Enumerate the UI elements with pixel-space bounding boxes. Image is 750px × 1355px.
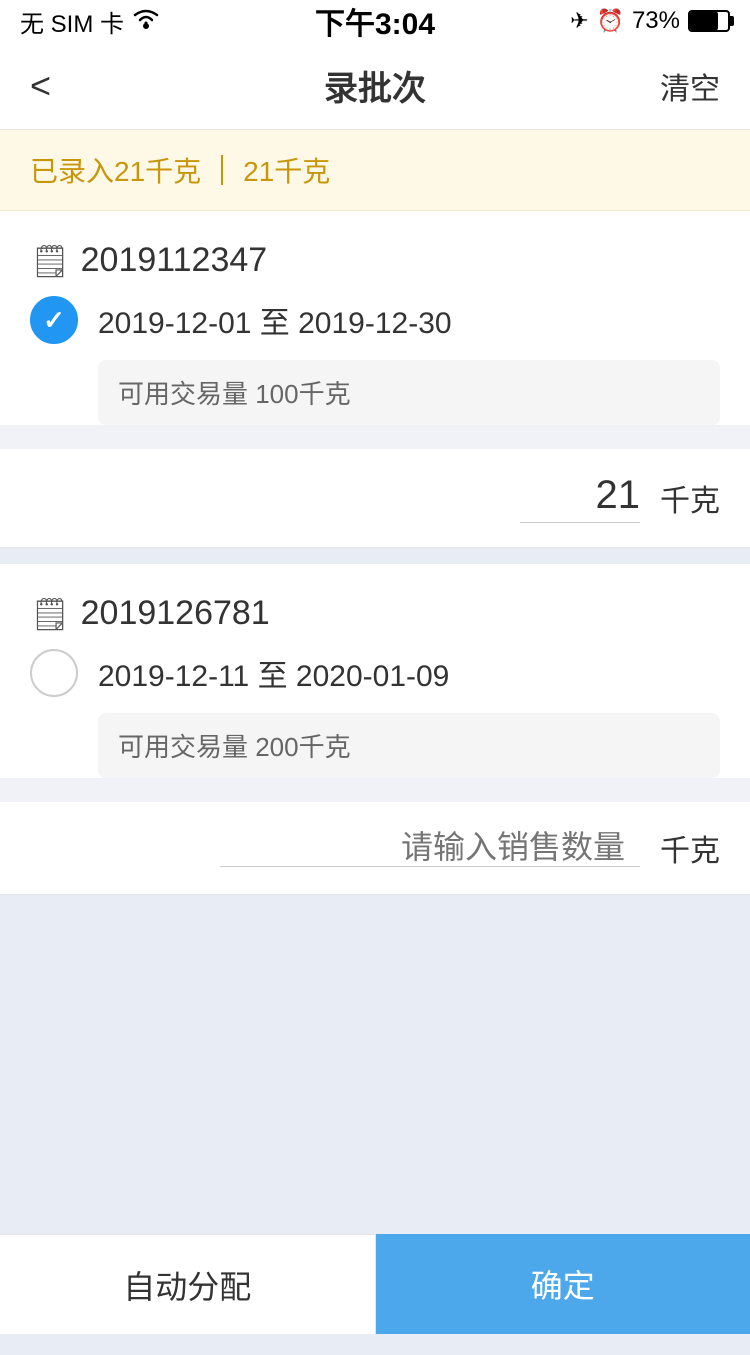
bottom-bar: 自动分配 确定 xyxy=(0,1234,750,1334)
batch1-qty-value[interactable]: 21 xyxy=(596,473,641,517)
back-button[interactable]: < xyxy=(30,65,90,107)
summary-divider xyxy=(221,155,223,185)
wifi-icon xyxy=(132,7,160,36)
clear-button[interactable]: 清空 xyxy=(660,64,720,108)
status-time: 下午3:04 xyxy=(315,0,435,43)
batch2-available: 可用交易量 200千克 xyxy=(98,713,720,778)
batch2-input-row: 千克 xyxy=(0,802,750,895)
batch1-card: 🗒 2019112347 2019-12-01 至 2019-12-30 可用交… xyxy=(0,211,750,425)
summary-total: 21千克 xyxy=(243,150,330,190)
batch1-row[interactable]: 2019-12-01 至 2019-12-30 xyxy=(30,296,720,344)
batch1-id: 2019112347 xyxy=(81,241,268,280)
batch1-icon: 🗒 xyxy=(30,242,71,280)
nav-bar: < 录批次 清空 xyxy=(0,42,750,130)
status-bar: 无 SIM 卡 下午3:04 ✈ ⏰ 73% xyxy=(0,0,750,42)
carrier-label: 无 SIM 卡 xyxy=(20,4,124,39)
batch2-card: 🗒 2019126781 2019-12-11 至 2020-01-09 可用交… xyxy=(0,564,750,778)
confirm-button[interactable]: 确定 xyxy=(376,1234,750,1334)
section-divider-1 xyxy=(0,548,750,564)
batch1-radio[interactable] xyxy=(30,296,78,344)
summary-banner: 已录入21千克 21千克 xyxy=(0,130,750,211)
batch1-qty-underline: 21 xyxy=(520,473,640,523)
status-left: 无 SIM 卡 xyxy=(20,4,160,39)
batch1-header: 🗒 2019112347 xyxy=(30,241,720,280)
summary-recorded: 已录入21千克 xyxy=(30,150,201,190)
status-right: ✈ ⏰ 73% xyxy=(570,7,730,35)
batch2-row[interactable]: 2019-12-11 至 2020-01-09 xyxy=(30,649,720,697)
batch1-unit: 千克 xyxy=(660,476,720,520)
auto-distribute-button[interactable]: 自动分配 xyxy=(0,1234,376,1334)
battery-percent: 73% xyxy=(632,7,680,35)
batch2-unit: 千克 xyxy=(660,826,720,870)
batch1-quantity-row: 21 千克 xyxy=(0,449,750,548)
alarm-icon: ⏰ xyxy=(597,8,624,34)
batch2-icon: 🗒 xyxy=(30,595,71,633)
batch2-header: 🗒 2019126781 xyxy=(30,594,720,633)
batch2-radio[interactable] xyxy=(30,649,78,697)
batch2-id: 2019126781 xyxy=(81,594,270,633)
batch2-input-underline xyxy=(220,829,640,867)
page-title: 录批次 xyxy=(324,61,426,110)
batch1-available: 可用交易量 100千克 xyxy=(98,360,720,425)
battery-icon xyxy=(688,10,730,32)
batch1-date: 2019-12-01 至 2019-12-30 xyxy=(98,298,452,342)
batch2-qty-input[interactable] xyxy=(220,829,640,866)
location-icon: ✈ xyxy=(570,8,588,34)
batch2-date: 2019-12-11 至 2020-01-09 xyxy=(98,651,449,695)
